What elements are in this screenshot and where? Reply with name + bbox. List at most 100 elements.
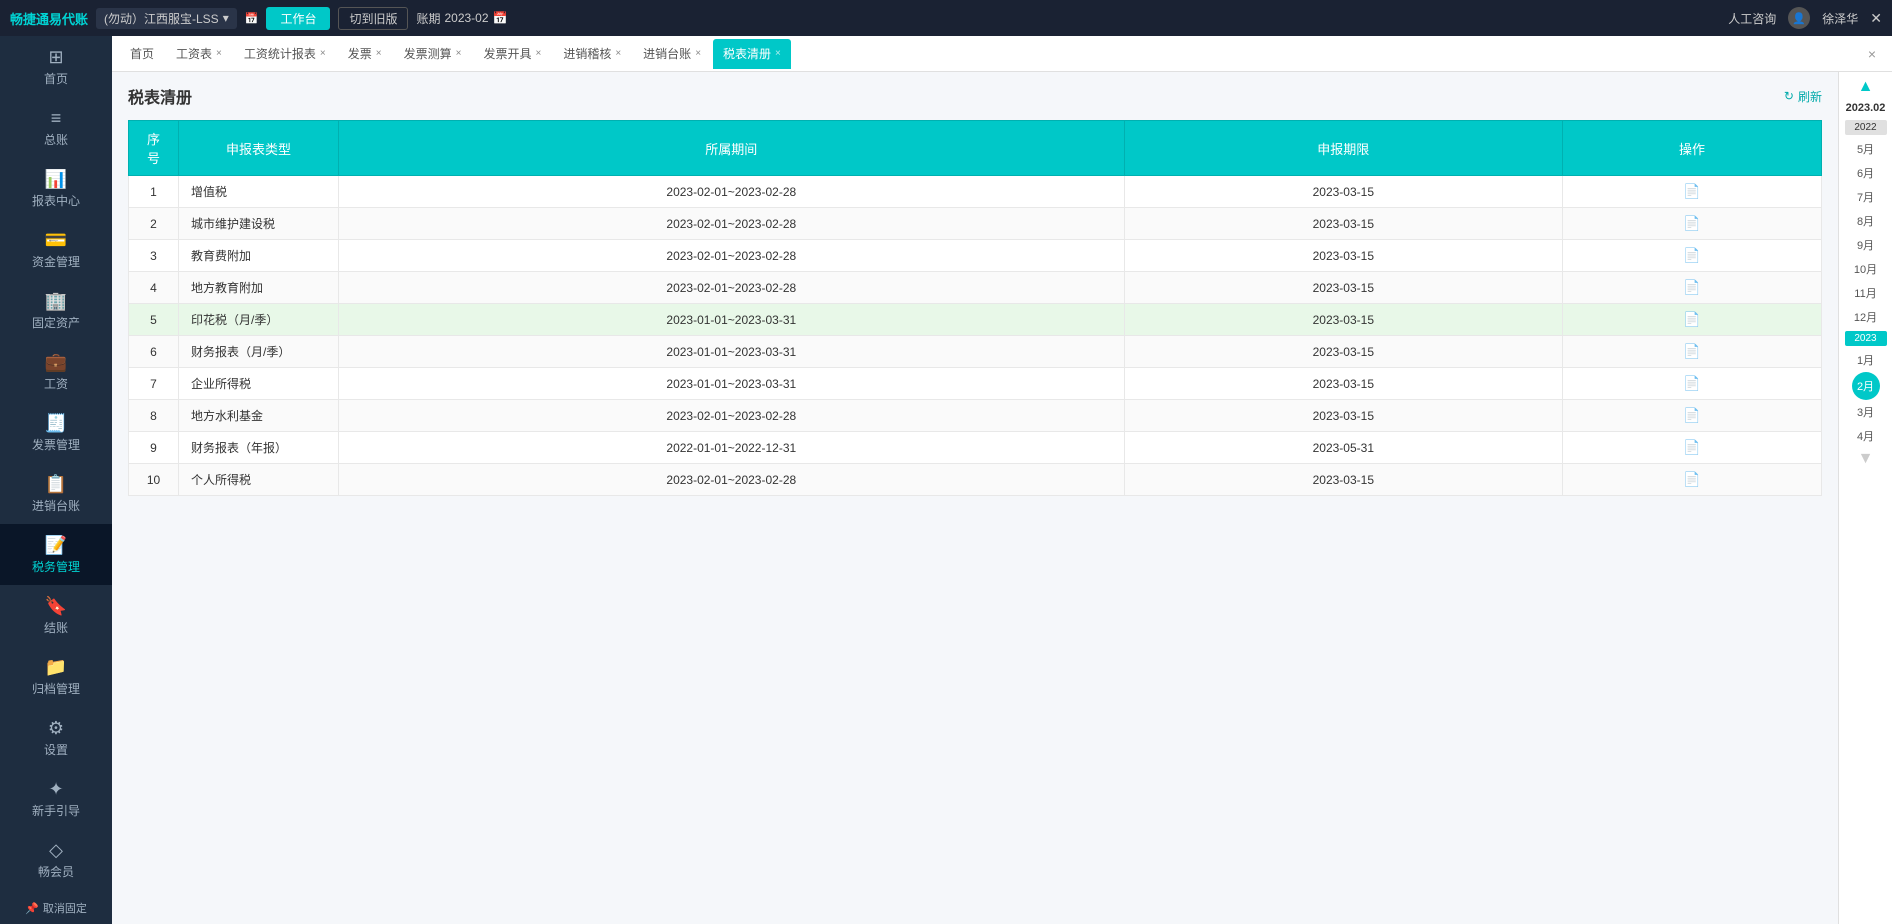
refresh-button[interactable]: ↻ 刷新 — [1784, 88, 1822, 105]
cell-action[interactable]: 📄 — [1563, 464, 1822, 496]
date-nav-down-arrow[interactable]: ▼ — [1856, 448, 1876, 470]
date-nav-month-3[interactable]: 3月 — [1845, 400, 1887, 424]
cell-no: 10 — [129, 464, 179, 496]
tab-close-icon[interactable]: × — [376, 48, 382, 59]
sidebar-item-ledger[interactable]: ≡ 总账 — [0, 97, 112, 158]
cell-action[interactable]: 📄 — [1563, 240, 1822, 272]
action-view-icon[interactable]: 📄 — [1683, 375, 1700, 391]
cell-type: 增值税 — [179, 176, 339, 208]
col-header-action: 操作 — [1563, 121, 1822, 176]
action-view-icon[interactable]: 📄 — [1683, 439, 1700, 455]
date-nav-up-arrow[interactable]: ▲ — [1856, 76, 1876, 98]
sidebar-item-label: 报表中心 — [32, 192, 80, 209]
tab-close-icon[interactable]: × — [456, 48, 462, 59]
col-header-deadline: 申报期限 — [1124, 121, 1562, 176]
sidebar-item-tax-mgmt[interactable]: 📝 税务管理 — [0, 524, 112, 585]
tab-close-icon[interactable]: × — [535, 48, 541, 59]
date-nav-month-9[interactable]: 9月 — [1845, 233, 1887, 257]
action-view-icon[interactable]: 📄 — [1683, 247, 1700, 263]
reports-icon: 📊 — [45, 170, 67, 188]
sidebar-item-archive[interactable]: 📁 归档管理 — [0, 646, 112, 707]
tab-close-icon[interactable]: × — [775, 48, 781, 59]
period-icon[interactable]: 📅 — [493, 11, 508, 25]
cell-action[interactable]: 📄 — [1563, 176, 1822, 208]
action-view-icon[interactable]: 📄 — [1683, 279, 1700, 295]
date-nav-month-10[interactable]: 10月 — [1845, 257, 1887, 281]
sidebar-item-reports[interactable]: 📊 报表中心 — [0, 158, 112, 219]
date-nav-month-6[interactable]: 6月 — [1845, 161, 1887, 185]
period-label: 账期 — [416, 10, 440, 27]
date-nav-year-2022: 2022 — [1845, 120, 1887, 135]
date-nav-month-5[interactable]: 5月 — [1845, 137, 1887, 161]
sidebar-item-settings[interactable]: ⚙ 设置 — [0, 707, 112, 768]
table-row: 9 财务报表（年报） 2022-01-01~2022-12-31 2023-05… — [129, 432, 1822, 464]
cell-action[interactable]: 📄 — [1563, 272, 1822, 304]
tab-salary-stats[interactable]: 工资统计报表 × — [234, 39, 336, 69]
window-close-icon[interactable]: ✕ — [1870, 10, 1882, 27]
salary-icon: 💼 — [45, 353, 67, 371]
cell-action[interactable]: 📄 — [1563, 304, 1822, 336]
content-area: 首页 工资表 × 工资统计报表 × 发票 × 发票测算 × 发票开具 × — [112, 36, 1892, 924]
sidebar-item-purchase-sales[interactable]: 📋 进销台账 — [0, 463, 112, 524]
sidebar-item-label: 设置 — [44, 741, 68, 758]
tab-close-icon[interactable]: × — [695, 48, 701, 59]
sidebar-item-new-guide[interactable]: ✦ 新手引导 — [0, 768, 112, 829]
date-nav-month-1[interactable]: 1月 — [1845, 348, 1887, 372]
tab-invoice-calc[interactable]: 发票测算 × — [394, 39, 472, 69]
action-view-icon[interactable]: 📄 — [1683, 183, 1700, 199]
cell-period: 2023-02-01~2023-02-28 — [339, 240, 1125, 272]
tab-close-icon[interactable]: × — [320, 48, 326, 59]
cell-action[interactable]: 📄 — [1563, 336, 1822, 368]
sidebar-item-home[interactable]: ⊞ 首页 — [0, 36, 112, 97]
sidebar-item-vip[interactable]: ◇ 畅会员 — [0, 829, 112, 890]
user-avatar: 👤 — [1788, 7, 1810, 29]
sidebar-item-label: 工资 — [44, 375, 68, 392]
date-nav-month-11[interactable]: 11月 — [1845, 281, 1887, 305]
cell-action[interactable]: 📄 — [1563, 368, 1822, 400]
cancel-fixed[interactable]: 📌 取消固定 — [0, 890, 112, 924]
action-view-icon[interactable]: 📄 — [1683, 215, 1700, 231]
refresh-label: 刷新 — [1798, 88, 1822, 105]
date-nav-month-8[interactable]: 8月 — [1845, 209, 1887, 233]
sidebar-item-invoice-mgmt[interactable]: 🧾 发票管理 — [0, 402, 112, 463]
tab-label: 发票测算 — [404, 45, 452, 62]
sidebar-item-salary[interactable]: 💼 工资 — [0, 341, 112, 402]
tab-close-icon[interactable]: × — [615, 48, 621, 59]
home-icon: ⊞ — [48, 48, 63, 66]
tab-tax-clearance[interactable]: 税表清册 × — [713, 39, 791, 69]
action-view-icon[interactable]: 📄 — [1683, 343, 1700, 359]
sidebar-item-label: 新手引导 — [32, 802, 80, 819]
cell-type: 城市维护建设税 — [179, 208, 339, 240]
action-view-icon[interactable]: 📄 — [1683, 471, 1700, 487]
cell-action[interactable]: 📄 — [1563, 432, 1822, 464]
tab-close-icon[interactable]: × — [216, 48, 222, 59]
date-nav-month-7[interactable]: 7月 — [1845, 185, 1887, 209]
tab-invoice[interactable]: 发票 × — [338, 39, 392, 69]
sidebar-item-funds[interactable]: 💳 资金管理 — [0, 219, 112, 280]
tab-label: 进销稽核 — [563, 45, 611, 62]
tab-home[interactable]: 首页 — [120, 39, 164, 69]
tab-purchase-ledger[interactable]: 进销台账 × — [633, 39, 711, 69]
tab-bar-right: × — [1860, 46, 1884, 62]
tab-invoice-open[interactable]: 发票开具 × — [473, 39, 551, 69]
cell-no: 7 — [129, 368, 179, 400]
action-view-icon[interactable]: 📄 — [1683, 311, 1700, 327]
tab-purchase-audit[interactable]: 进销稽核 × — [553, 39, 631, 69]
switch-old-button[interactable]: 切到旧版 — [338, 7, 408, 30]
sidebar-item-fixed-assets[interactable]: 🏢 固定资产 — [0, 280, 112, 341]
company-dropdown-icon[interactable]: ▾ — [223, 11, 229, 25]
ai-consult[interactable]: 人工咨询 — [1728, 10, 1776, 27]
workbench-button[interactable]: 工作台 — [266, 7, 330, 30]
cell-type: 印花税（月/季） — [179, 304, 339, 336]
tab-salary-table[interactable]: 工资表 × — [166, 39, 232, 69]
date-nav-month-4[interactable]: 4月 — [1845, 424, 1887, 448]
action-view-icon[interactable]: 📄 — [1683, 407, 1700, 423]
user-name[interactable]: 徐泽华 — [1822, 10, 1858, 27]
date-nav-month-2[interactable]: 2月 — [1852, 372, 1880, 400]
cell-action[interactable]: 📄 — [1563, 208, 1822, 240]
date-nav-month-12[interactable]: 12月 — [1845, 305, 1887, 329]
sidebar-item-settlement[interactable]: 🔖 结账 — [0, 585, 112, 646]
cell-action[interactable]: 📄 — [1563, 400, 1822, 432]
close-all-button[interactable]: × — [1860, 46, 1884, 62]
company-selector[interactable]: (勿动）江西服宝-LSS ▾ — [96, 8, 237, 29]
